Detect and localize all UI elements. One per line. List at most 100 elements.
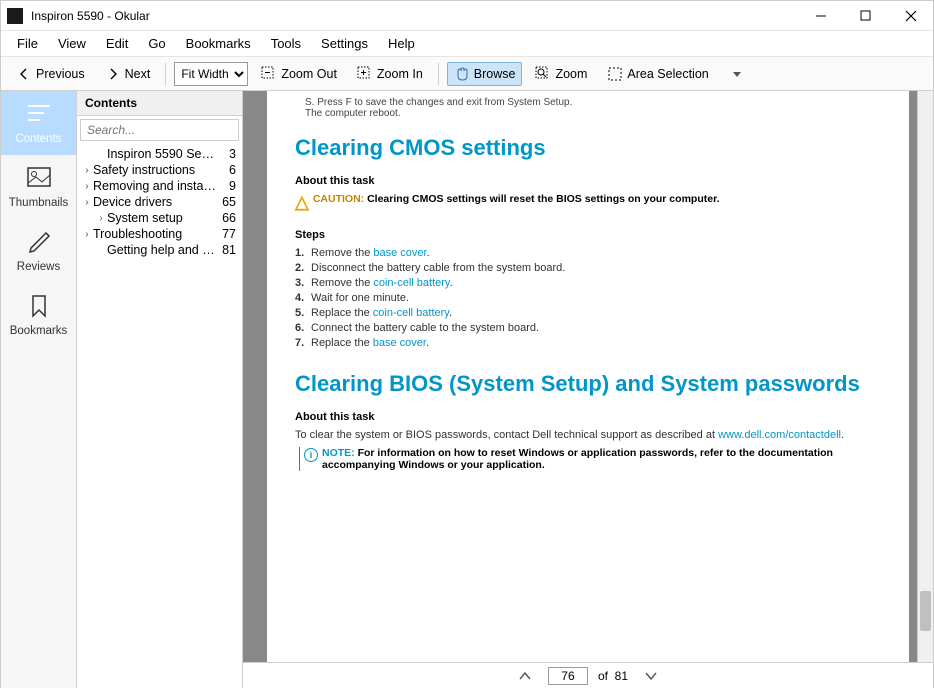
toc-item[interactable]: › Safety instructions 6 [77, 162, 242, 178]
info-icon: i [304, 448, 318, 462]
menu-help[interactable]: Help [378, 32, 425, 55]
table-of-contents: Inspiron 5590 Servic... 3 › Safety instr… [77, 144, 242, 688]
doc-link[interactable]: www.dell.com/contactdell [718, 429, 841, 441]
rail-bookmarks-label: Bookmarks [10, 325, 68, 337]
zoom-in-label: Zoom In [377, 67, 423, 81]
rail-contents[interactable]: Contents [1, 91, 76, 155]
step-item: 1.Remove the base cover. [295, 247, 881, 259]
side-rail: Contents Thumbnails Reviews Bookmarks [1, 91, 77, 688]
toc-item[interactable]: Inspiron 5590 Servic... 3 [77, 146, 242, 162]
toc-item[interactable]: › Troubleshooting 77 [77, 226, 242, 242]
contents-panel: Contents Inspiron 5590 Servic... 3 › Saf… [77, 91, 243, 688]
expand-icon[interactable]: › [81, 197, 93, 208]
step-item: 2.Disconnect the battery cable from the … [295, 262, 881, 274]
step-item: 6.Connect the battery cable to the syste… [295, 322, 881, 334]
previous-label: Previous [36, 67, 85, 81]
toc-page: 81 [216, 243, 238, 257]
zoom-in-icon [357, 66, 373, 82]
rail-contents-label: Contents [15, 133, 61, 145]
rail-reviews-label: Reviews [17, 261, 60, 273]
next-label: Next [125, 67, 151, 81]
zoom-out-label: Zoom Out [281, 67, 337, 81]
steps-label: Steps [295, 229, 881, 241]
next-button[interactable]: Next [98, 62, 158, 86]
area-selection-button[interactable]: Area Selection [600, 62, 715, 86]
rail-bookmarks[interactable]: Bookmarks [1, 283, 76, 347]
note-text: NOTE: For information on how to reset Wi… [322, 447, 881, 471]
caution-body: Clearing CMOS settings will reset the BI… [367, 193, 719, 205]
toc-page: 9 [216, 179, 238, 193]
chevron-left-icon [16, 66, 32, 82]
zoom-icon [535, 66, 551, 82]
contents-icon [24, 101, 54, 127]
toc-page: 66 [216, 211, 238, 225]
toc-item[interactable]: › Device drivers 65 [77, 194, 242, 210]
page-number-input[interactable] [548, 667, 588, 685]
app-icon [7, 8, 23, 24]
toc-page: 6 [216, 163, 238, 177]
minimize-button[interactable] [798, 1, 843, 31]
browse-button[interactable]: Browse [447, 62, 523, 86]
contents-header: Contents [77, 91, 242, 116]
document-page: S. Press F to save the changes and exit … [267, 91, 909, 662]
browse-label: Browse [474, 67, 516, 81]
scrollbar-thumb[interactable] [920, 591, 931, 631]
rail-thumbnails[interactable]: Thumbnails [1, 155, 76, 219]
toc-label: Removing and install... [93, 179, 216, 193]
heading-clearing-bios: Clearing BIOS (System Setup) and System … [295, 371, 881, 397]
toc-page: 77 [216, 227, 238, 241]
close-button[interactable] [888, 1, 933, 31]
window-controls [798, 1, 933, 31]
contents-search [80, 119, 239, 141]
search-input[interactable] [80, 119, 239, 141]
menu-edit[interactable]: Edit [96, 32, 138, 55]
toc-item[interactable]: Getting help and c... 81 [77, 242, 242, 258]
maximize-button[interactable] [843, 1, 888, 31]
main-area: Contents Thumbnails Reviews Bookmarks Co… [1, 91, 933, 688]
toolbar-separator [438, 63, 439, 85]
expand-icon[interactable]: › [95, 213, 107, 224]
step-item: 4.Wait for one minute. [295, 292, 881, 304]
document-scroll[interactable]: S. Press F to save the changes and exit … [243, 91, 933, 662]
rail-reviews[interactable]: Reviews [1, 219, 76, 283]
previous-button[interactable]: Previous [9, 62, 92, 86]
menu-tools[interactable]: Tools [261, 32, 311, 55]
vertical-scrollbar[interactable] [917, 91, 933, 662]
document-area: S. Press F to save the changes and exit … [243, 91, 933, 688]
menu-settings[interactable]: Settings [311, 32, 378, 55]
expand-icon[interactable]: › [81, 181, 93, 192]
toc-item[interactable]: › System setup 66 [77, 210, 242, 226]
caution-label: CAUTION: [313, 193, 364, 205]
note-notice: i NOTE: For information on how to reset … [299, 447, 881, 471]
window-title: Inspiron 5590 - Okular [31, 9, 798, 23]
dropdown-icon [729, 66, 745, 82]
expand-icon[interactable]: › [81, 165, 93, 176]
zoom-in-button[interactable]: Zoom In [350, 62, 430, 86]
menu-file[interactable]: File [7, 32, 48, 55]
doc-link[interactable]: base cover [373, 247, 426, 259]
chevron-right-icon [105, 66, 121, 82]
area-selection-dropdown[interactable] [722, 62, 752, 86]
about-task-label: About this task [295, 175, 881, 187]
toolbar: Previous Next Fit Width Zoom Out Zoom In… [1, 57, 933, 91]
toc-label: System setup [107, 211, 216, 225]
zoom-out-button[interactable]: Zoom Out [254, 62, 344, 86]
menubar: File View Edit Go Bookmarks Tools Settin… [1, 31, 933, 57]
doc-link[interactable]: coin-cell battery [373, 277, 449, 289]
zoom-tool-button[interactable]: Zoom [528, 62, 594, 86]
step-item: 5.Replace the coin-cell battery. [295, 307, 881, 319]
page-next-button[interactable] [638, 669, 664, 683]
expand-icon[interactable]: › [81, 229, 93, 240]
steps-list: 1.Remove the base cover. 2.Disconnect th… [295, 247, 881, 349]
toc-item[interactable]: › Removing and install... 9 [77, 178, 242, 194]
doc-link[interactable]: coin-cell battery [373, 307, 449, 319]
menu-bookmarks[interactable]: Bookmarks [176, 32, 261, 55]
zoom-label: Zoom [555, 67, 587, 81]
step-item: 3.Remove the coin-cell battery. [295, 277, 881, 289]
doc-link[interactable]: base cover [373, 337, 426, 349]
menu-view[interactable]: View [48, 32, 96, 55]
page-prev-button[interactable] [512, 669, 538, 683]
menu-go[interactable]: Go [138, 32, 175, 55]
caution-notice: △ CAUTION: Clearing CMOS settings will r… [295, 193, 881, 211]
zoom-mode-select[interactable]: Fit Width [174, 62, 248, 86]
